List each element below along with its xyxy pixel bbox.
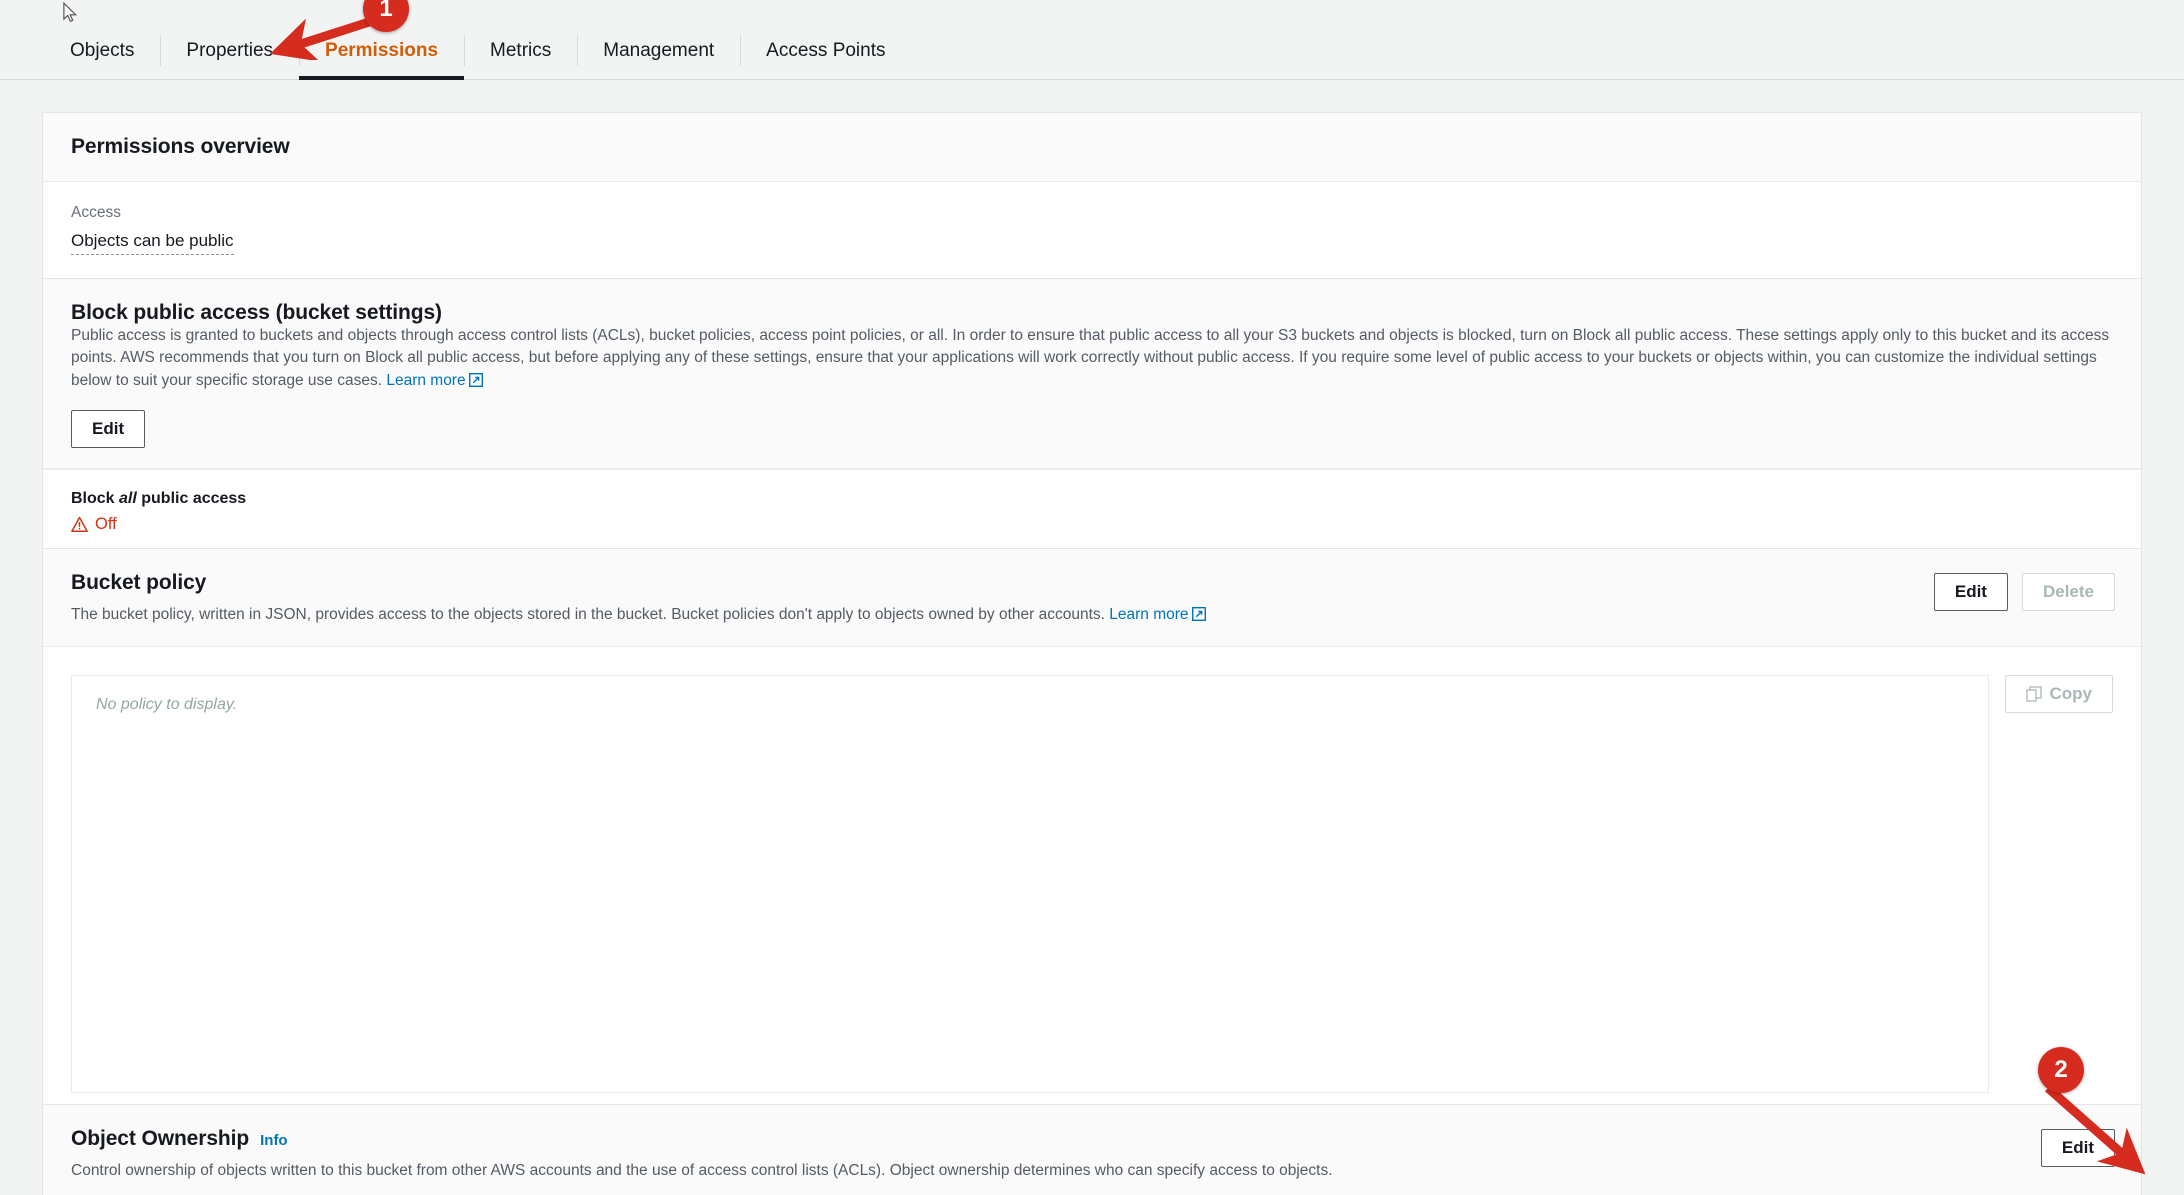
copy-icon [2025, 686, 2042, 702]
external-link-icon [468, 372, 483, 387]
bucket-policy-description: The bucket policy, written in JSON, prov… [71, 604, 2113, 626]
tab-label: Metrics [490, 39, 552, 61]
bucket-tabs: Objects Properties Permissions Metrics M… [0, 22, 2184, 80]
access-label: Access [71, 204, 121, 221]
label-part-1: Block [71, 490, 120, 508]
bucket-policy-delete-button[interactable]: Delete [2021, 573, 2115, 611]
bucket-policy-body: No policy to display. Copy [43, 647, 2141, 1121]
object-ownership-header: Object Ownership Info Control ownership … [43, 1105, 2141, 1195]
object-ownership-actions: Edit [2040, 1129, 2115, 1167]
policy-viewer[interactable]: No policy to display. [71, 675, 1989, 1093]
button-label: Copy [2049, 684, 2093, 703]
bucket-policy-actions: Edit Delete [1933, 573, 2115, 611]
section-title: Object Ownership [71, 1127, 250, 1150]
bucket-policy-edit-button[interactable]: Edit [1933, 573, 2008, 611]
mouse-cursor [63, 2, 78, 23]
tab-label: Objects [70, 39, 135, 61]
learn-more-label: Learn more [1109, 606, 1189, 623]
button-label: Delete [2042, 582, 2094, 601]
copy-policy-button[interactable]: Copy [2004, 675, 2113, 713]
tab-label: Properties [186, 39, 274, 61]
description-text: The bucket policy, written in JSON, prov… [71, 606, 1105, 623]
tab-management[interactable]: Management [577, 22, 740, 79]
section-title: Bucket policy [71, 571, 207, 594]
button-label: Edit [2061, 1138, 2094, 1157]
tab-objects[interactable]: Objects [44, 22, 160, 79]
button-label: Edit [92, 419, 125, 439]
learn-more-label: Learn more [386, 371, 466, 389]
tab-access-points[interactable]: Access Points [740, 22, 911, 79]
policy-empty-text: No policy to display. [96, 696, 238, 713]
learn-more-link[interactable]: Learn more [386, 371, 483, 389]
tab-label: Management [603, 39, 715, 61]
copy-button-wrap: Copy [2004, 671, 2113, 713]
status-badge: Off [71, 515, 2113, 534]
annotation-number: 1 [379, 0, 393, 22]
button-label: Edit [1954, 582, 1987, 601]
section-title: Block public access (bucket settings) [71, 301, 442, 324]
info-link[interactable]: Info [260, 1132, 288, 1149]
description-text: Public access is granted to buckets and … [71, 327, 2110, 389]
policy-viewer-wrap: No policy to display. [71, 671, 1989, 1093]
block-public-access-header: Block public access (bucket settings) Pu… [43, 279, 2141, 470]
tab-metrics[interactable]: Metrics [464, 22, 577, 79]
tab-label: Permissions [325, 39, 439, 61]
tab-label: Access Points [766, 39, 886, 61]
bucket-policy-panel: Bucket policy The bucket policy, written… [42, 548, 2142, 1122]
s3-permissions-page: Objects Properties Permissions Metrics M… [0, 0, 2184, 1195]
page-title: Permissions overview [71, 135, 290, 158]
annotation-number: 2 [2054, 1056, 2068, 1083]
learn-more-link[interactable]: Learn more [1109, 606, 1206, 623]
block-public-access-description: Public access is granted to buckets and … [71, 325, 2113, 392]
object-ownership-title-row: Object Ownership Info [71, 1127, 2113, 1151]
access-value[interactable]: Objects can be public [71, 231, 234, 255]
permissions-overview-body: Access Objects can be public [43, 182, 2141, 285]
external-link-icon [1191, 607, 1206, 621]
permissions-overview-panel: Permissions overview Access Objects can … [42, 112, 2142, 286]
permissions-overview-header: Permissions overview [43, 113, 2141, 182]
object-ownership-edit-button[interactable]: Edit [2040, 1129, 2115, 1167]
annotation-badge-2: 2 [2038, 1047, 2084, 1093]
label-part-2: public access [136, 490, 247, 508]
object-ownership-panel: Object Ownership Info Control ownership … [42, 1104, 2142, 1195]
label-part-emphasis: all [119, 490, 137, 508]
block-all-public-access-label: Block all public access [71, 490, 2113, 508]
bucket-policy-header: Bucket policy The bucket policy, written… [43, 549, 2141, 647]
block-public-access-edit-button[interactable]: Edit [71, 410, 146, 449]
tab-properties[interactable]: Properties [160, 22, 299, 79]
warning-triangle-icon [71, 517, 88, 533]
status-value: Off [95, 515, 117, 534]
object-ownership-description: Control ownership of objects written to … [71, 1162, 1333, 1179]
